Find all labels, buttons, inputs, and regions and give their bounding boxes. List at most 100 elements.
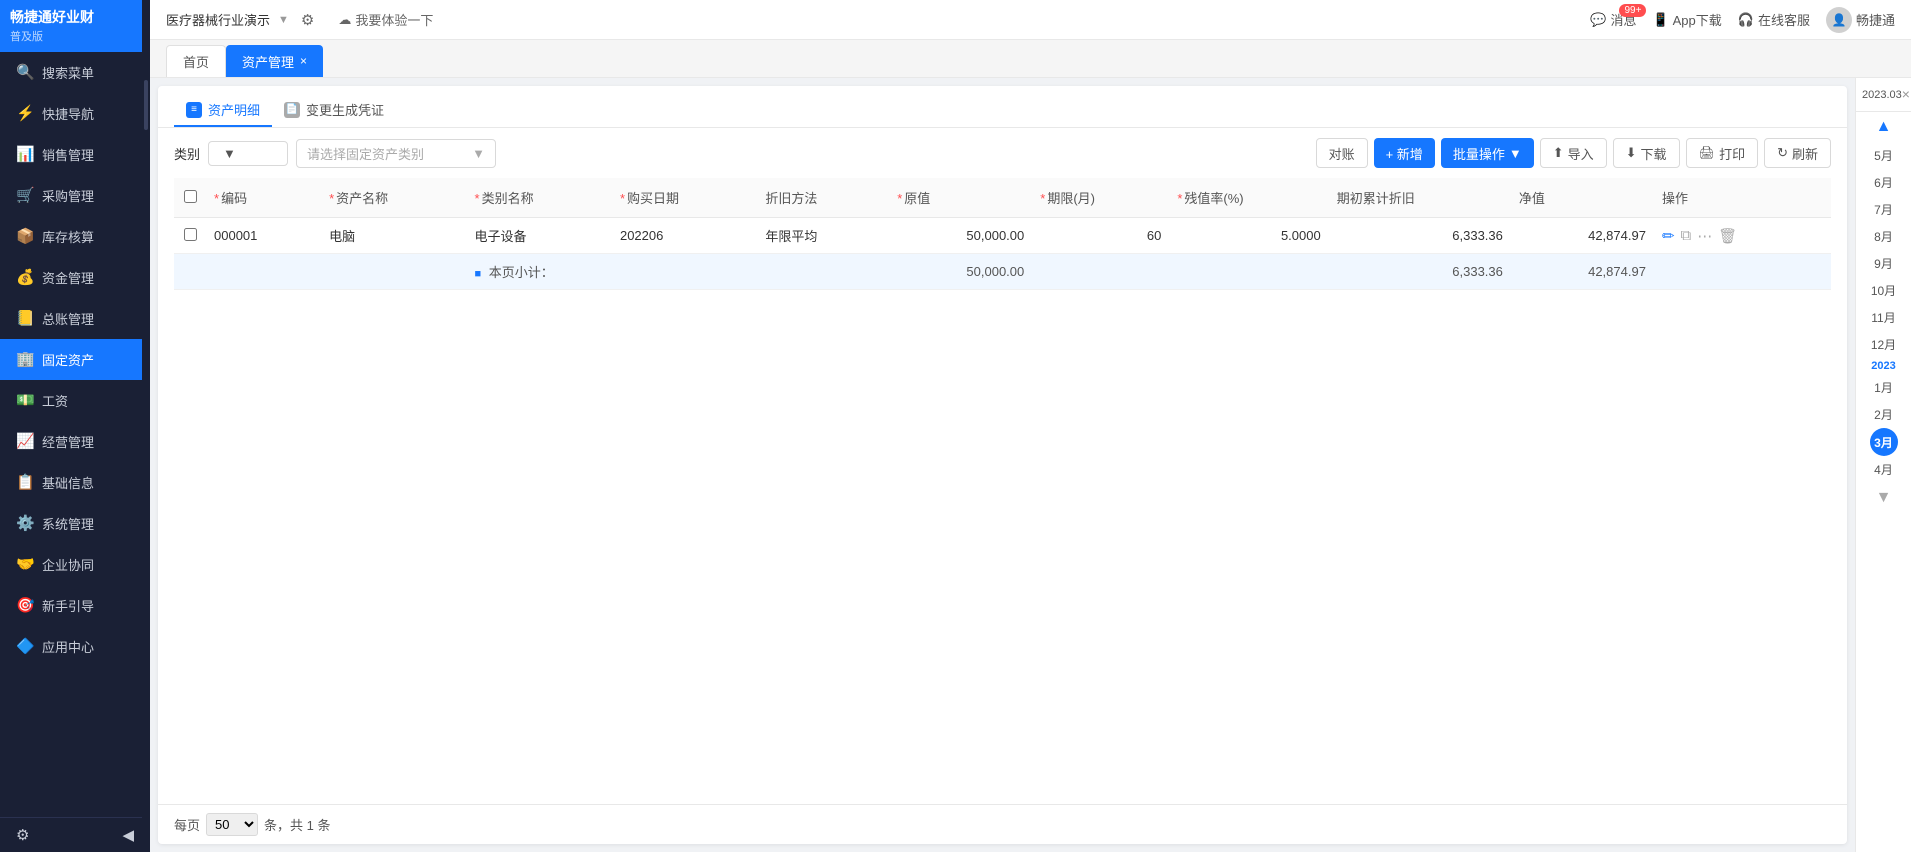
subtotal-initial-depreciation: 6,333.36 (1329, 254, 1511, 290)
asset-list-tab-icon: ≡ (186, 102, 202, 118)
download-button[interactable]: ⬇ 下载 (1613, 138, 1680, 168)
sales-icon: 📊 (16, 145, 34, 163)
batch-label: 批量操作 (1453, 144, 1505, 163)
refresh-icon: ↻ (1777, 145, 1788, 161)
filter-category-input[interactable]: 请选择固定资产类别 ▼ (296, 139, 496, 168)
voucher-gen-tab-label: 变更生成凭证 (306, 100, 384, 119)
content-main: ≡ 资产明细 📄 变更生成凭证 类别 ▼ 请选择固定资产类别 (158, 86, 1847, 844)
month-4[interactable]: 4月 (1856, 456, 1911, 483)
sidebar-item-system[interactable]: ⚙️ 系统管理 (0, 503, 150, 544)
month-11[interactable]: 11月 (1856, 304, 1911, 331)
per-page-select[interactable]: 50 10 20 100 (206, 813, 258, 836)
month-2[interactable]: 2月 (1856, 401, 1911, 428)
per-page-label: 每页 (174, 815, 200, 834)
guide-icon: 🎯 (16, 596, 34, 614)
sidebar-item-purchase[interactable]: 🛒 采购管理 (0, 175, 150, 216)
more-icon[interactable]: ⋯ (1697, 227, 1712, 245)
export-button[interactable]: ⬆ 导入 (1540, 138, 1607, 168)
row-checkbox[interactable] (184, 228, 197, 241)
panel-close-icon[interactable]: × (1902, 86, 1910, 103)
main-area: 医疗器械行业演示 ▼ ⚙ ☁ 我要体验一下 💬 消息 99+ 📱 App下载 🎧… (150, 0, 1911, 852)
company-dropdown-icon[interactable]: ▼ (278, 14, 289, 26)
th-checkbox (174, 178, 206, 218)
message-icon: 💬 (1590, 12, 1606, 28)
th-residual-rate: *残值率(%) (1169, 178, 1328, 218)
operation-icon: 📈 (16, 432, 34, 450)
download-label: 下载 (1641, 144, 1667, 163)
batch-button[interactable]: 批量操作 ▼ (1441, 138, 1534, 168)
refresh-button[interactable]: ↻ 刷新 (1764, 138, 1831, 168)
sidebar-logo: 畅捷通好业财 普及版 (0, 0, 150, 52)
sidebar-item-fund[interactable]: 💰 资金管理 (0, 257, 150, 298)
tab-close-icon[interactable]: × (300, 55, 307, 67)
row-purchase-date: 202206 (612, 218, 757, 254)
month-6[interactable]: 6月 (1856, 169, 1911, 196)
th-name: *资产名称 (321, 178, 466, 218)
collapse-icon[interactable]: ◀ (122, 826, 134, 844)
sidebar-item-ledger[interactable]: 📒 总账管理 (0, 298, 150, 339)
filter-type-select[interactable]: ▼ (208, 141, 288, 166)
quick-nav-icon: ⚡ (16, 104, 34, 122)
panel-up-icon[interactable]: ▲ (1876, 118, 1892, 136)
total-label: 条，共 1 条 (264, 815, 330, 834)
sidebar-item-salary[interactable]: 💵 工资 (0, 380, 150, 421)
fixed-assets-icon: 🏢 (16, 350, 34, 368)
filter-type-label: 类别 (174, 144, 200, 163)
experience-icon: ☁ (338, 12, 351, 28)
toolbar-right: 对账 + 新增 批量操作 ▼ ⬆ 导入 ⬇ 下载 (1316, 138, 1831, 168)
filter-category-placeholder: 请选择固定资产类别 (307, 144, 424, 163)
subtab-voucher-gen[interactable]: 📄 变更生成凭证 (272, 94, 396, 127)
print-icon: 🖨 (1699, 145, 1716, 161)
sidebar-item-basic-info[interactable]: 📋 基础信息 (0, 462, 150, 503)
edit-icon[interactable]: ✏ (1662, 227, 1675, 245)
settings-bottom-icon[interactable]: ⚙ (16, 826, 29, 844)
tab-asset-mgmt[interactable]: 资产管理 × (226, 45, 323, 77)
new-button[interactable]: + 新增 (1374, 138, 1435, 168)
sidebar-item-app-center[interactable]: 🔷 应用中心 (0, 626, 150, 667)
company-name: 医疗器械行业演示 (166, 10, 270, 29)
sidebar-item-guide[interactable]: 🎯 新手引导 (0, 585, 150, 626)
row-operations: ✏ ⧉ ⋯ 🗑 (1654, 218, 1831, 254)
month-7[interactable]: 7月 (1856, 196, 1911, 223)
reconcile-button[interactable]: 对账 (1316, 138, 1368, 168)
subtabs: ≡ 资产明细 📄 变更生成凭证 (158, 86, 1847, 128)
sidebar-item-search[interactable]: 🔍 搜索菜单 (0, 52, 150, 93)
row-name: 电脑 (321, 218, 466, 254)
sidebar-item-enterprise[interactable]: 🤝 企业协同 (0, 544, 150, 585)
sidebar-item-operation[interactable]: 📈 经营管理 (0, 421, 150, 462)
company-settings-icon[interactable]: ⚙ (301, 11, 314, 29)
panel-down-icon[interactable]: ▼ (1876, 489, 1892, 507)
toolbar: 类别 ▼ 请选择固定资产类别 ▼ 对账 + 新增 (158, 128, 1847, 178)
app-download-item[interactable]: 📱 App下载 (1652, 10, 1721, 29)
user-item[interactable]: 👤 畅捷通 (1826, 7, 1895, 33)
delete-icon[interactable]: 🗑 (1718, 227, 1737, 245)
topbar-left: 医疗器械行业演示 ▼ ⚙ ☁ 我要体验一下 (166, 10, 433, 29)
system-icon: ⚙️ (16, 514, 34, 532)
month-3[interactable]: 3月 (1870, 428, 1898, 456)
sidebar-item-sales[interactable]: 📊 销售管理 (0, 134, 150, 175)
experience-text[interactable]: 我要体验一下 (355, 10, 433, 29)
tab-home[interactable]: 首页 (166, 45, 226, 77)
sidebar-item-quick-nav[interactable]: ⚡ 快捷导航 (0, 93, 150, 134)
print-button[interactable]: 🖨 打印 (1686, 138, 1759, 168)
th-initial-depreciation: 期初累计折旧 (1329, 178, 1511, 218)
refresh-label: 刷新 (1792, 144, 1818, 163)
online-service-item[interactable]: 🎧 在线客服 (1738, 10, 1810, 29)
th-operation: 操作 (1654, 178, 1831, 218)
sidebar-item-inventory[interactable]: 📦 库存核算 (0, 216, 150, 257)
basic-info-icon: 📋 (16, 473, 34, 491)
month-8[interactable]: 8月 (1856, 223, 1911, 250)
online-service-label: 在线客服 (1758, 10, 1810, 29)
month-10[interactable]: 10月 (1856, 277, 1911, 304)
message-item[interactable]: 💬 消息 99+ (1590, 10, 1636, 29)
month-5[interactable]: 5月 (1856, 142, 1911, 169)
month-9[interactable]: 9月 (1856, 250, 1911, 277)
subtab-asset-list[interactable]: ≡ 资产明细 (174, 94, 272, 127)
copy-icon[interactable]: ⧉ (1681, 227, 1692, 245)
subtotal-net-value: 42,874.97 (1511, 254, 1654, 290)
sidebar-item-fixed-assets[interactable]: 🏢 固定资产 (0, 339, 150, 380)
th-period: *期限(月) (1032, 178, 1169, 218)
month-1[interactable]: 1月 (1856, 374, 1911, 401)
select-all-checkbox[interactable] (184, 190, 197, 203)
month-12[interactable]: 12月 (1856, 331, 1911, 358)
